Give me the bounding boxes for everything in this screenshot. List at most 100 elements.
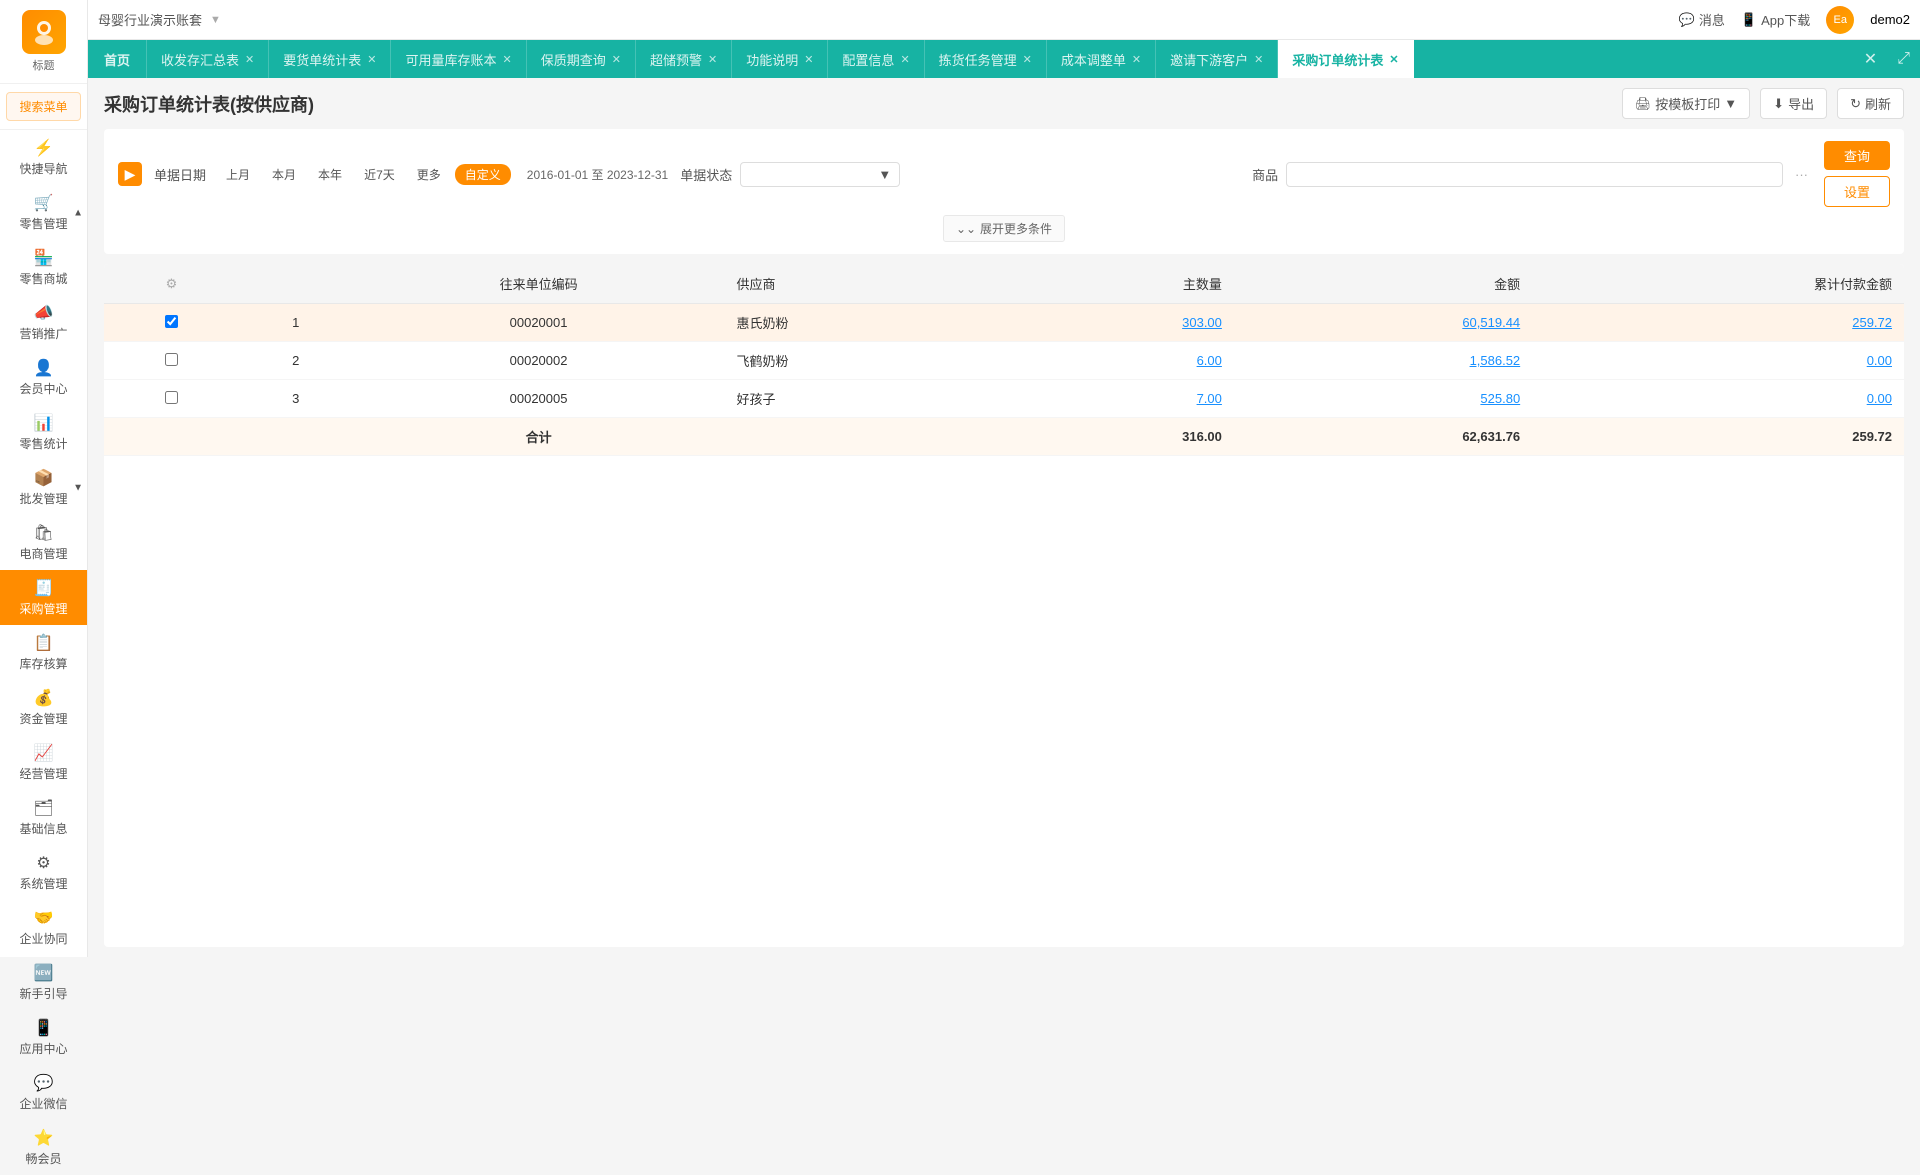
sidebar-item-inventory[interactable]: 📋 库存核算 (0, 625, 87, 680)
sidebar-item-app-center[interactable]: 📱 应用中心 (0, 1010, 87, 1065)
row-main-qty: 7.00 (1002, 380, 1234, 418)
tab-close-icon[interactable]: ✕ (367, 53, 376, 66)
sidebar-item-label: 基础信息 (19, 820, 67, 837)
sidebar-item-purchase[interactable]: 🧾 采购管理 (0, 570, 87, 625)
refresh-button[interactable]: ↻ 刷新 (1837, 88, 1904, 119)
status-select[interactable]: ▼ (740, 162, 900, 187)
tab-cost-adjust[interactable]: 成本调整单 ✕ (1047, 40, 1156, 78)
tab-pick-task[interactable]: 拣货任务管理 ✕ (925, 40, 1047, 78)
tab-config-info[interactable]: 配置信息 ✕ (828, 40, 924, 78)
tab-close-icon[interactable]: ✕ (1254, 53, 1263, 66)
sidebar-item-ecommerce[interactable]: 🛍 电商管理 (0, 515, 87, 570)
tab-order-summary[interactable]: 要货单统计表 ✕ (269, 40, 391, 78)
settings-button[interactable]: 设置 (1824, 176, 1890, 207)
tab-function-desc[interactable]: 功能说明 ✕ (732, 40, 828, 78)
shortcut-more[interactable]: 更多 (409, 164, 449, 185)
filter-toggle-button[interactable]: ▶ (118, 162, 142, 186)
print-button[interactable]: 🖨 按模板打印 ▼ (1622, 88, 1750, 119)
tab-receive-summary[interactable]: 收发存汇总表 ✕ (147, 40, 269, 78)
tab-expand-button[interactable]: ⤢ (1887, 40, 1920, 78)
sidebar-item-label: 应用中心 (19, 1040, 67, 1057)
table-row[interactable]: 3 00020005 好孩子 7.00 525.80 0.00 (104, 380, 1904, 418)
logo-icon (22, 10, 66, 54)
sidebar-item-label: 资金管理 (19, 710, 67, 727)
sidebar-item-new-guide[interactable]: 🆕 新手引导 (0, 955, 87, 1010)
print-icon: 🖨 (1635, 96, 1652, 112)
shortcut-last-month[interactable]: 上月 (218, 164, 258, 185)
shortcut-this-month[interactable]: 本月 (264, 164, 304, 185)
sidebar-item-quick-nav[interactable]: ⚡ 快捷导航 (0, 130, 87, 185)
column-settings-icon[interactable]: ⚙ (104, 264, 239, 304)
chevron-down-icon: ▲ (73, 207, 83, 218)
export-button[interactable]: ⬇ 导出 (1760, 88, 1827, 119)
shortcut-last-7-days[interactable]: 近7天 (356, 164, 403, 185)
company-dropdown-icon[interactable]: ▼ (210, 14, 221, 26)
tab-invite-downstream[interactable]: 邀请下游客户 ✕ (1156, 40, 1278, 78)
tab-purchase-summary[interactable]: 采购订单统计表 ✕ (1278, 40, 1413, 78)
app-download-label: App下载 (1761, 10, 1810, 29)
tab-label: 收发存汇总表 (161, 50, 239, 69)
column-amount: 金额 (1234, 264, 1532, 304)
tab-close-icon[interactable]: ✕ (503, 53, 512, 66)
sidebar-item-vip[interactable]: ⭐ 畅会员 (0, 1120, 87, 1175)
tab-home[interactable]: 首页 (88, 40, 147, 78)
tab-close-icon[interactable]: ✕ (612, 53, 621, 66)
sidebar-item-corp-wechat[interactable]: 💬 企业微信 (0, 1065, 87, 1120)
row-amount: 1,586.52 (1234, 342, 1532, 380)
tab-close-icon[interactable]: ✕ (245, 53, 254, 66)
print-dropdown-icon: ▼ (1724, 96, 1737, 111)
sidebar-item-member[interactable]: 👤 会员中心 (0, 350, 87, 405)
sidebar-item-enterprise[interactable]: 🤝 企业协同 (0, 900, 87, 955)
sidebar-item-label: 系统管理 (19, 875, 67, 892)
avatar[interactable]: Ea (1826, 6, 1854, 34)
date-range-value[interactable]: 2016-01-01 至 2023-12-31 (527, 166, 668, 183)
app-download-button[interactable]: 📱 App下载 (1741, 10, 1810, 29)
search-menu-button[interactable]: 搜索菜单 (6, 92, 81, 121)
new-guide-icon: 🆕 (34, 963, 54, 983)
tab-close-icon[interactable]: ✕ (900, 53, 909, 66)
tab-close-icon[interactable]: ✕ (804, 53, 813, 66)
tab-available-stock[interactable]: 可用量库存账本 ✕ (391, 40, 526, 78)
shortcut-this-year[interactable]: 本年 (310, 164, 350, 185)
refresh-icon: ↻ (1850, 96, 1861, 112)
tab-overstock-warning[interactable]: 超储预警 ✕ (636, 40, 732, 78)
search-area[interactable]: 搜索菜单 (0, 84, 87, 130)
print-label: 按模板打印 (1655, 94, 1720, 113)
footer-empty2 (239, 418, 353, 456)
tab-close-icon[interactable]: ✕ (708, 53, 717, 66)
sidebar-item-label: 营销推广 (19, 325, 67, 342)
message-button[interactable]: 💬 消息 (1679, 10, 1725, 29)
sidebar-item-zero-stats[interactable]: 📊 零售统计 (0, 405, 87, 460)
table-row[interactable]: 1 00020001 惠氏奶粉 303.00 60,519.44 259.72 (104, 304, 1904, 342)
shortcut-custom[interactable]: 自定义 (455, 164, 511, 185)
sidebar-item-zero-mall[interactable]: 🏪 零售商城 (0, 240, 87, 295)
query-button[interactable]: 查询 (1824, 141, 1890, 170)
expand-more-area: ⌄⌄ 展开更多条件 (118, 215, 1890, 242)
row-checkbox[interactable] (104, 342, 239, 380)
row-checkbox[interactable] (104, 304, 239, 342)
expand-more-button[interactable]: ⌄⌄ 展开更多条件 (943, 215, 1065, 242)
tab-close-all-button[interactable]: ✕ (1854, 40, 1887, 78)
sidebar-item-operations[interactable]: 📈 经营管理 (0, 735, 87, 790)
sidebar-item-system[interactable]: ⚙ 系统管理 (0, 845, 87, 900)
tab-close-icon[interactable]: ✕ (1132, 53, 1141, 66)
goods-input[interactable] (1286, 162, 1783, 187)
row-checkbox[interactable] (104, 380, 239, 418)
tab-close-icon[interactable]: ✕ (1023, 53, 1032, 66)
table-row[interactable]: 2 00020002 飞鹤奶粉 6.00 1,586.52 0.00 (104, 342, 1904, 380)
sidebar-item-zero-retail[interactable]: 🛒 零售管理 ▲ (0, 185, 87, 240)
sidebar-item-marketing[interactable]: 📣 营销推广 (0, 295, 87, 350)
tab-home-label: 首页 (104, 50, 130, 69)
sidebar-item-batch[interactable]: 📦 批发管理 ▼ (0, 460, 87, 515)
user-name[interactable]: demo2 (1870, 12, 1910, 27)
goods-more-icon[interactable]: ··· (1791, 167, 1812, 182)
tab-close-icon[interactable]: ✕ (1389, 53, 1398, 66)
page-header: 采购订单统计表(按供应商) 🖨 按模板打印 ▼ ⬇ 导出 ↻ 刷新 (104, 88, 1904, 119)
tab-label: 采购订单统计表 (1292, 50, 1383, 69)
sidebar-item-label: 企业协同 (19, 930, 67, 947)
sidebar-item-label: 会员中心 (19, 380, 67, 397)
tab-expiry-query[interactable]: 保质期查询 ✕ (527, 40, 636, 78)
sidebar-item-finance[interactable]: 💰 资金管理 (0, 680, 87, 735)
goods-label: 商品 (1252, 165, 1278, 184)
sidebar-item-base-info[interactable]: 🗂 基础信息 (0, 790, 87, 845)
